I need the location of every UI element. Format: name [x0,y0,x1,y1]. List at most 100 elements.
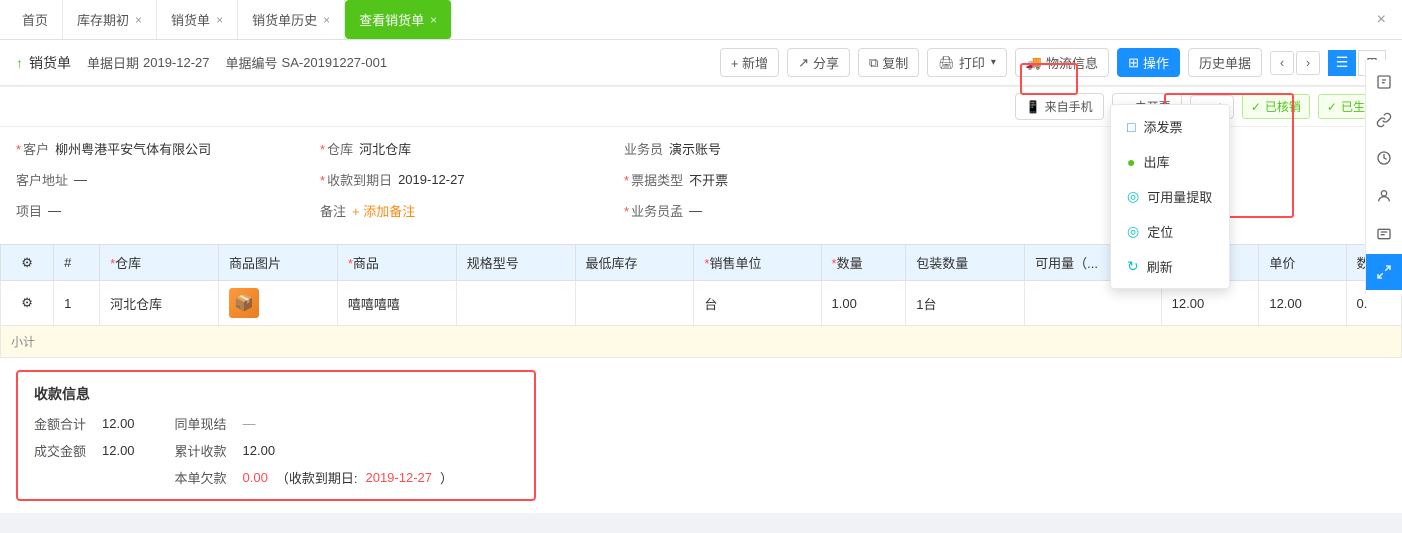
doc-date-field: 单据日期 2019-12-27 [87,53,210,72]
extract-quantity-item[interactable]: ◎ 可用量提取 [1111,179,1229,214]
payment-col-2: 同单现结 — 累计收款 12.00 本单欠款 0.00 （收款到期日: 2019… [175,414,453,487]
refresh-item[interactable]: ↻ 刷新 [1111,249,1229,284]
tab-sales-history[interactable]: 销货单历史 × [238,0,345,39]
check-icon2: ✓ [1327,100,1337,114]
project-value: — [48,203,61,218]
tab-view-sales-order[interactable]: 查看销货单 × [345,0,452,39]
right-sidebar [1365,60,1402,294]
warehouse-field: 仓库 河北仓库 [320,139,600,158]
prev-button[interactable]: ‹ [1270,51,1294,75]
row-spec [456,281,575,326]
extract-quantity-label: 可用量提取 [1147,187,1212,206]
operator-field: 业务员 演示账号 [624,139,824,158]
payment-date-value: 2019-12-27 [398,172,465,187]
address-label: 客户地址 [16,170,68,189]
tab-close-view[interactable]: × [430,13,437,27]
doc-number-field: 单据编号 SA-20191227-001 [226,53,388,72]
col-price: 单价 [1259,245,1346,281]
operations-button[interactable]: ⊞ 操作 [1117,48,1180,77]
sidebar-user-icon[interactable] [1366,64,1402,100]
tab-home[interactable]: 首页 [8,0,63,39]
logistics-button[interactable]: 🚚 物流信息 [1015,48,1109,77]
tab-bar: 首页 库存期初 × 销货单 × 销货单历史 × 查看销货单 × × [0,0,1402,40]
view-list-button[interactable]: ☰ [1328,50,1356,76]
row-warehouse: 河北仓库 [100,281,219,326]
row-product-img: 📦 [218,281,337,326]
ticket-type-label: 票据类型 [624,170,683,189]
sidebar-expand-icon[interactable] [1366,254,1402,290]
doc-number-label: 单据编号 [226,53,278,72]
next-button[interactable]: › [1296,51,1320,75]
balance-date: 2019-12-27 [365,470,432,485]
tab-close-history[interactable]: × [323,13,330,27]
row-price: 12.00 [1259,281,1346,326]
refresh-icon: ↻ [1127,258,1139,275]
note-field: 备注 + 添加备注 [320,201,600,220]
tab-inventory-init[interactable]: 库存期初 × [63,0,157,39]
print-icon: 🖨 [938,55,955,71]
tab-sales-order[interactable]: 销货单 × [157,0,238,39]
from-phone-button[interactable]: 📱 来自手机 [1015,93,1104,120]
total-row: 金额合计 12.00 [34,414,135,433]
row-product: 嘻嘻嘻嘻 [337,281,456,326]
refresh-label: 刷新 [1147,257,1173,276]
already-canceled-button[interactable]: ✓ 已核销 [1242,94,1310,119]
ticket-type-field: 票据类型 不开票 [624,170,824,189]
subtotal-label: 小计 [1,326,1402,358]
customer-value: 柳州粤港平安气体有限公司 [55,139,211,158]
customer-label: 客户 [16,139,49,158]
transaction-label: 成交金额 [34,441,94,460]
add-note-button[interactable]: + 添加备注 [352,201,415,220]
extract-quantity-icon: ◎ [1127,188,1139,205]
tab-close-inventory[interactable]: × [135,13,142,27]
transaction-row: 成交金额 12.00 [34,441,135,460]
add-invoice-icon: □ [1127,119,1135,135]
col-product-img: 商品图片 [218,245,337,281]
doc-type-label: 销货单 [29,53,71,73]
balance-note-end: ） [440,468,453,487]
warehouse-value: 河北仓库 [359,139,411,158]
operations-icon: ⊞ [1128,55,1139,71]
payment-date-field: 收款到期日 2019-12-27 [320,170,600,189]
share-button[interactable]: ↗ 分享 [787,48,850,77]
sidebar-list-icon[interactable] [1366,216,1402,252]
copy-button[interactable]: ⧉ 复制 [858,48,919,77]
locate-item[interactable]: ◎ 定位 [1111,214,1229,249]
add-invoice-item[interactable]: □ 添发票 [1111,109,1229,144]
same-order-row: 同单现结 — [175,414,453,433]
out-warehouse-item[interactable]: ● 出库 [1111,144,1229,179]
col-qty: *数量 [821,245,906,281]
row-seq: 1 [54,281,100,326]
salesperson-value: — [689,203,702,218]
history-button[interactable]: 历史单据 [1188,48,1262,77]
col-unit: *销售单位 [694,245,821,281]
salesperson-field: 业务员孟 — [624,201,824,220]
payment-info-title: 收款信息 [34,384,518,404]
row-pack-qty: 1台 [906,281,1025,326]
sidebar-person-icon[interactable] [1366,178,1402,214]
payment-info-box: 收款信息 金额合计 12.00 成交金额 12.00 同单现结 — [16,370,536,501]
col-pack-qty: 包装数量 [906,245,1025,281]
col-min-stock: 最低库存 [575,245,694,281]
subtotal-row: 小计 [1,326,1402,358]
row-gear: ⚙ [1,281,54,326]
col-warehouse: *仓库 [100,245,219,281]
bottom-section: 收款信息 金额合计 12.00 成交金额 12.00 同单现结 — [0,358,1402,513]
payment-rows: 金额合计 12.00 成交金额 12.00 同单现结 — 累计收款 [34,414,518,487]
print-button[interactable]: 🖨 打印 ▾ [927,48,1007,77]
total-value: 12.00 [102,416,135,431]
doc-date-label: 单据日期 [87,53,139,72]
operator-label: 业务员 [624,139,663,158]
out-warehouse-icon: ● [1127,154,1135,170]
print-dropdown-arrow: ▾ [991,57,996,68]
balance-value: 0.00 [243,470,268,485]
sidebar-link-icon[interactable] [1366,102,1402,138]
balance-label: 本单欠款 [175,468,235,487]
new-button[interactable]: + 新增 [720,48,779,77]
doc-type-icon: ↑ [16,55,23,71]
window-close-button[interactable]: × [1369,11,1394,29]
accumulated-value: 12.00 [243,443,276,458]
transaction-value: 12.00 [102,443,135,458]
sidebar-refresh-icon[interactable] [1366,140,1402,176]
tab-close-sales[interactable]: × [216,13,223,27]
